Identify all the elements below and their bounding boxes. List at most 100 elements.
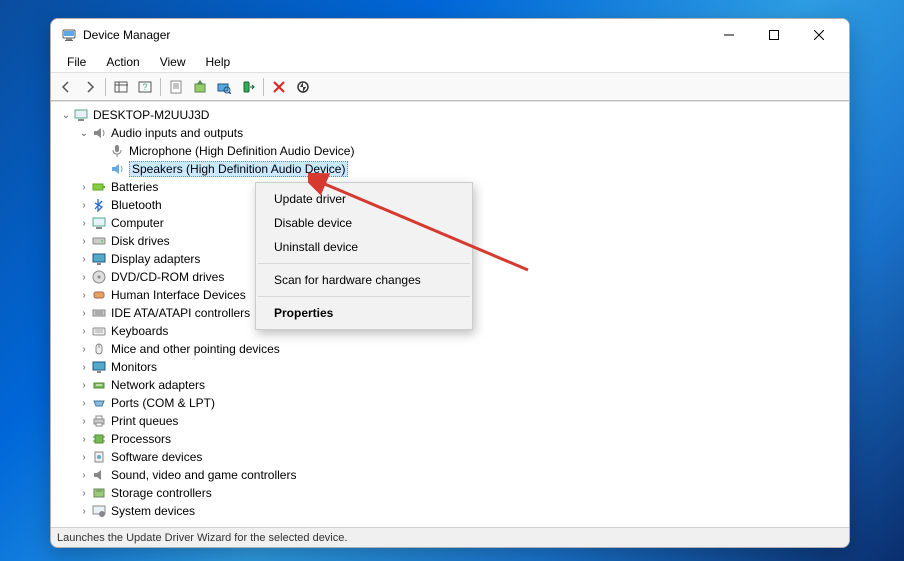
chevron-right-icon[interactable]: › — [77, 344, 91, 355]
statusbar-text: Launches the Update Driver Wizard for th… — [57, 532, 347, 544]
tree-ports[interactable]: › Ports (COM & LPT) — [55, 394, 849, 412]
toolbar-separator — [263, 78, 264, 96]
tree-root[interactable]: ⌄ DESKTOP-M2UUJ3D — [55, 106, 849, 124]
chevron-right-icon[interactable]: › — [77, 218, 91, 229]
scan-hardware-button[interactable] — [213, 76, 235, 98]
chevron-right-icon[interactable]: › — [77, 488, 91, 499]
disable-button[interactable] — [292, 76, 314, 98]
software-icon — [91, 449, 107, 465]
computer-icon — [91, 215, 107, 231]
tree-mice[interactable]: › Mice and other pointing devices — [55, 340, 849, 358]
device-manager-window: Device Manager File Action View Help ? ⌄ — [50, 18, 850, 548]
update-driver-button[interactable] — [189, 76, 211, 98]
chevron-right-icon[interactable]: › — [77, 452, 91, 463]
category-label: Human Interface Devices — [111, 288, 246, 302]
port-icon — [91, 395, 107, 411]
titlebar: Device Manager — [51, 19, 849, 51]
toolbar: ? — [51, 73, 849, 101]
category-label: Display adapters — [111, 252, 200, 266]
bluetooth-icon — [91, 197, 107, 213]
menu-file[interactable]: File — [57, 53, 96, 71]
speaker-icon — [109, 161, 125, 177]
ctx-update-driver[interactable]: Update driver — [256, 187, 472, 211]
chevron-right-icon[interactable]: › — [77, 272, 91, 283]
ctx-scan-hardware[interactable]: Scan for hardware changes — [256, 268, 472, 292]
category-label: Software devices — [111, 450, 202, 464]
menu-view[interactable]: View — [150, 53, 196, 71]
menu-action[interactable]: Action — [96, 53, 149, 71]
context-menu-separator — [258, 296, 470, 297]
tree-speakers[interactable]: Speakers (High Definition Audio Device) — [55, 160, 849, 178]
tree-processors[interactable]: › Processors — [55, 430, 849, 448]
device-label-selected: Speakers (High Definition Audio Device) — [129, 161, 348, 177]
system-icon — [91, 503, 107, 519]
chevron-right-icon[interactable]: › — [77, 326, 91, 337]
app-icon — [61, 27, 77, 43]
processor-icon — [91, 431, 107, 447]
tree-system[interactable]: › System devices — [55, 502, 849, 520]
chevron-right-icon[interactable]: › — [77, 362, 91, 373]
category-label: Network adapters — [111, 378, 205, 392]
properties-button[interactable] — [165, 76, 187, 98]
ctx-properties[interactable]: Properties — [256, 301, 472, 325]
back-button[interactable] — [55, 76, 77, 98]
category-label: Monitors — [111, 360, 157, 374]
show-hide-tree-button[interactable] — [110, 76, 132, 98]
chevron-down-icon[interactable]: ⌄ — [77, 128, 91, 139]
chevron-right-icon[interactable]: › — [77, 236, 91, 247]
category-label: IDE ATA/ATAPI controllers — [111, 306, 250, 320]
chevron-right-icon[interactable]: › — [77, 200, 91, 211]
close-button[interactable] — [796, 20, 841, 50]
tree-monitors[interactable]: › Monitors — [55, 358, 849, 376]
ctx-disable-device[interactable]: Disable device — [256, 211, 472, 235]
ctx-uninstall-device[interactable]: Uninstall device — [256, 235, 472, 259]
battery-icon — [91, 179, 107, 195]
chevron-right-icon[interactable]: › — [77, 434, 91, 445]
device-label: Microphone (High Definition Audio Device… — [129, 144, 354, 158]
chevron-right-icon[interactable]: › — [77, 470, 91, 481]
tree-microphone[interactable]: Microphone (High Definition Audio Device… — [55, 142, 849, 160]
tree-storage[interactable]: › Storage controllers — [55, 484, 849, 502]
uninstall-button[interactable] — [268, 76, 290, 98]
tree-print-queues[interactable]: › Print queues — [55, 412, 849, 430]
context-menu: Update driver Disable device Uninstall d… — [255, 182, 473, 330]
chevron-right-icon[interactable]: › — [77, 380, 91, 391]
chevron-right-icon[interactable]: › — [77, 308, 91, 319]
ide-icon — [91, 305, 107, 321]
storage-icon — [91, 485, 107, 501]
minimize-button[interactable] — [706, 20, 751, 50]
speaker-icon — [91, 467, 107, 483]
category-label: Keyboards — [111, 324, 168, 338]
tree-software-devices[interactable]: › Software devices — [55, 448, 849, 466]
category-label: Print queues — [111, 414, 178, 428]
category-label: Audio inputs and outputs — [111, 126, 243, 140]
category-label: System devices — [111, 504, 195, 518]
enable-device-button[interactable] — [237, 76, 259, 98]
window-controls — [706, 20, 841, 50]
tree-sound[interactable]: › Sound, video and game controllers — [55, 466, 849, 484]
chevron-right-icon[interactable]: › — [77, 290, 91, 301]
chevron-right-icon[interactable]: › — [77, 416, 91, 427]
forward-button[interactable] — [79, 76, 101, 98]
category-label: Mice and other pointing devices — [111, 342, 280, 356]
chevron-right-icon[interactable]: › — [77, 506, 91, 517]
chevron-right-icon[interactable]: › — [77, 254, 91, 265]
menubar: File Action View Help — [51, 51, 849, 73]
toolbar-separator — [105, 78, 106, 96]
network-icon — [91, 377, 107, 393]
maximize-button[interactable] — [751, 20, 796, 50]
menu-help[interactable]: Help — [196, 53, 241, 71]
help-button[interactable]: ? — [134, 76, 156, 98]
tree-audio-category[interactable]: ⌄ Audio inputs and outputs — [55, 124, 849, 142]
chevron-right-icon[interactable]: › — [77, 182, 91, 193]
svg-text:?: ? — [142, 82, 147, 92]
tree-network[interactable]: › Network adapters — [55, 376, 849, 394]
statusbar: Launches the Update Driver Wizard for th… — [51, 527, 849, 547]
chevron-right-icon[interactable]: › — [77, 398, 91, 409]
category-label: Processors — [111, 432, 171, 446]
chevron-down-icon[interactable]: ⌄ — [59, 110, 73, 121]
microphone-icon — [109, 143, 125, 159]
category-label: Storage controllers — [111, 486, 212, 500]
context-menu-separator — [258, 263, 470, 264]
root-label: DESKTOP-M2UUJ3D — [93, 108, 209, 122]
